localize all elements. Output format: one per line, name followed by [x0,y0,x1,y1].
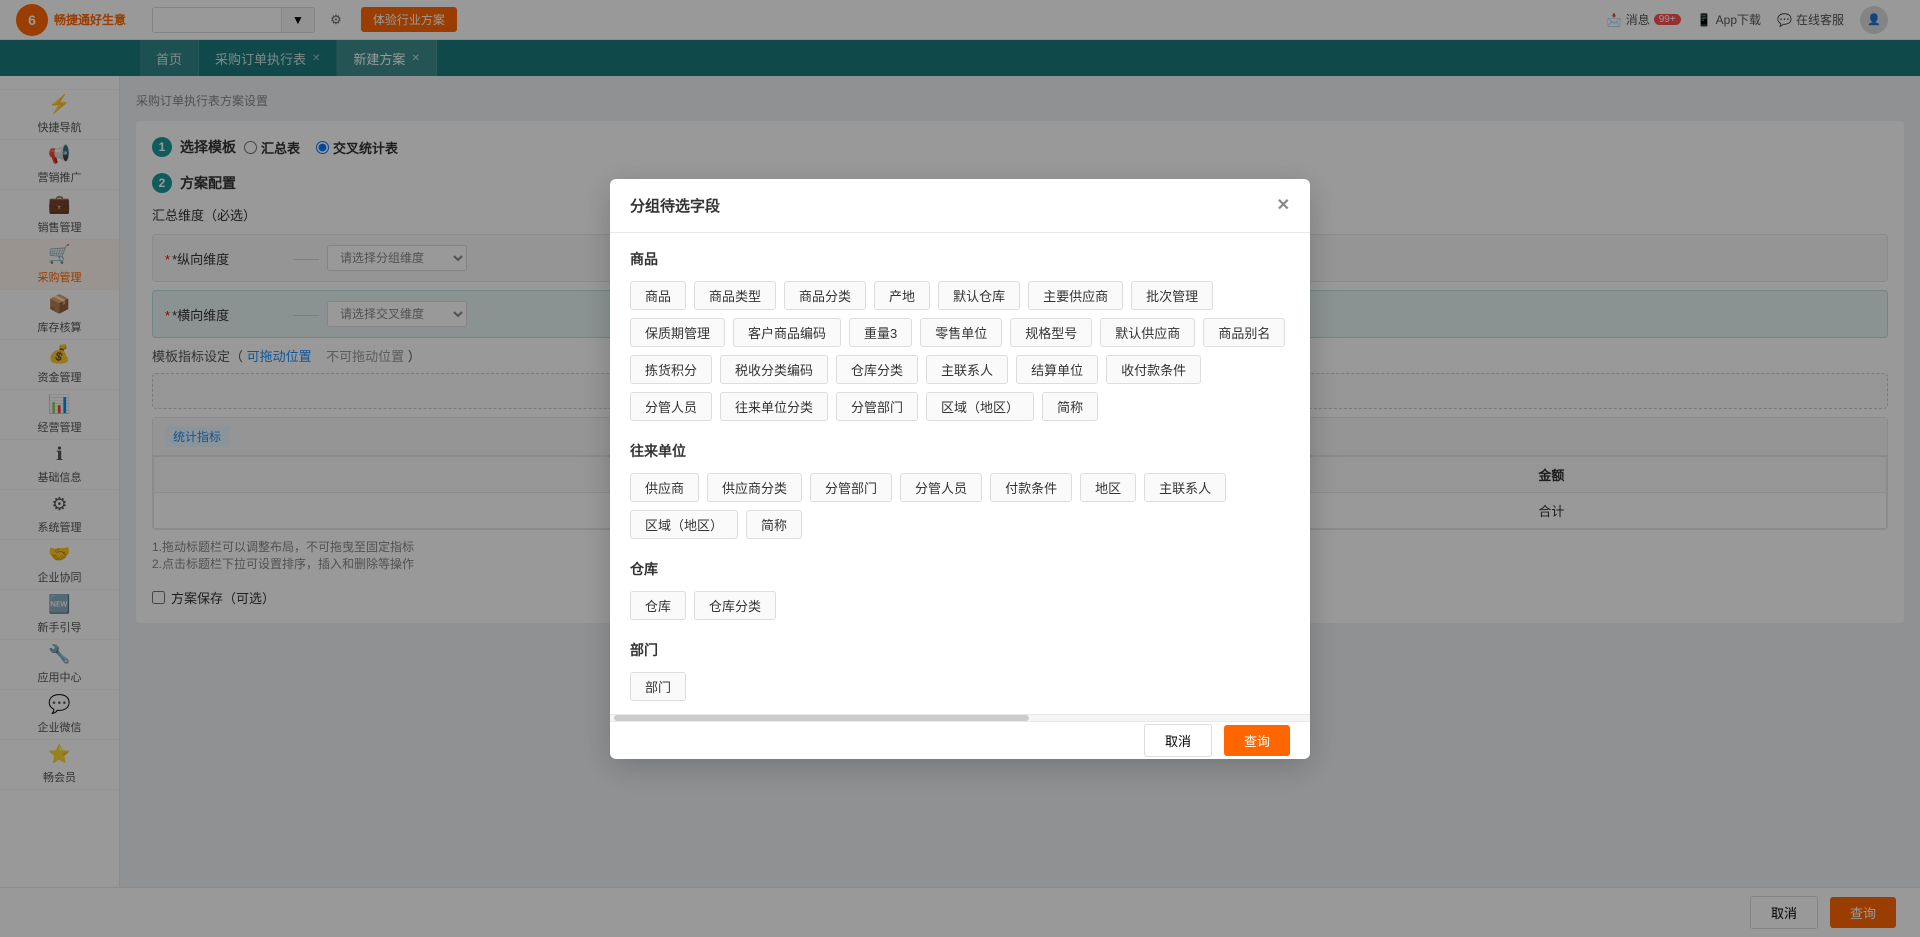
section-partner-title: 往来单位 [630,441,1290,461]
field-tag[interactable]: 规格型号 [1010,318,1092,347]
modal-header: 分组待选字段 ✕ [610,179,1310,233]
section-product-tags: 商品 商品类型 商品分类 产地 默认仓库 主要供应商 批次管理 保质期管理 客户… [630,281,1290,421]
field-tag[interactable]: 收付款条件 [1106,355,1201,384]
field-tag[interactable]: 重量3 [849,318,912,347]
field-tag[interactable]: 分管部门 [810,473,892,502]
field-tag[interactable]: 默认供应商 [1100,318,1195,347]
field-tag[interactable]: 主联系人 [926,355,1008,384]
section-warehouse-title: 仓库 [630,559,1290,579]
modal-body: 商品 商品 商品类型 商品分类 产地 默认仓库 主要供应商 批次管理 保质期管理… [610,233,1310,714]
field-tag[interactable]: 商品别名 [1203,318,1285,347]
section-partner-tags: 供应商 供应商分类 分管部门 分管人员 付款条件 地区 主联系人 区域（地区） … [630,473,1290,539]
field-tag[interactable]: 供应商 [630,473,699,502]
section-product-title: 商品 [630,249,1290,269]
field-tag[interactable]: 往来单位分类 [720,392,828,421]
modal-title: 分组待选字段 [630,195,720,216]
field-tag[interactable]: 分管人员 [900,473,982,502]
field-tag[interactable]: 地区 [1080,473,1136,502]
section-warehouse: 仓库 仓库 仓库分类 [630,559,1290,620]
modal-horizontal-scrollbar[interactable] [610,714,1310,721]
field-tag[interactable]: 零售单位 [920,318,1002,347]
section-product: 商品 商品 商品类型 商品分类 产地 默认仓库 主要供应商 批次管理 保质期管理… [630,249,1290,421]
section-department: 部门 部门 [630,640,1290,701]
field-tag[interactable]: 产地 [874,281,930,310]
section-partner: 往来单位 供应商 供应商分类 分管部门 分管人员 付款条件 地区 主联系人 区域… [630,441,1290,539]
field-tag[interactable]: 区域（地区） [926,392,1034,421]
field-tag[interactable]: 默认仓库 [938,281,1020,310]
field-tag[interactable]: 商品 [630,281,686,310]
modal-cancel-btn[interactable]: 取消 [1144,724,1212,757]
field-tag[interactable]: 部门 [630,672,686,701]
modal-footer: 取消 查询 [610,721,1310,759]
field-tag[interactable]: 分管人员 [630,392,712,421]
field-tag[interactable]: 供应商分类 [707,473,802,502]
field-tag[interactable]: 客户商品编码 [733,318,841,347]
field-tag[interactable]: 税收分类编码 [720,355,828,384]
field-tag[interactable]: 区域（地区） [630,510,738,539]
section-department-title: 部门 [630,640,1290,660]
field-tag[interactable]: 付款条件 [990,473,1072,502]
field-tag[interactable]: 主联系人 [1144,473,1226,502]
modal-confirm-btn[interactable]: 查询 [1224,725,1290,756]
field-tag[interactable]: 仓库分类 [694,591,776,620]
field-tag[interactable]: 商品类型 [694,281,776,310]
modal-close-btn[interactable]: ✕ [1277,195,1290,215]
section-warehouse-tags: 仓库 仓库分类 [630,591,1290,620]
field-tag[interactable]: 简称 [1042,392,1098,421]
field-tag[interactable]: 结算单位 [1016,355,1098,384]
field-tag[interactable]: 分管部门 [836,392,918,421]
modal-overlay[interactable]: 分组待选字段 ✕ 商品 商品 商品类型 商品分类 产地 默认仓库 主要供应商 批… [0,0,1920,937]
modal-dialog: 分组待选字段 ✕ 商品 商品 商品类型 商品分类 产地 默认仓库 主要供应商 批… [610,179,1310,759]
field-tag[interactable]: 主要供应商 [1028,281,1123,310]
field-tag[interactable]: 批次管理 [1131,281,1213,310]
field-tag[interactable]: 简称 [746,510,802,539]
field-tag[interactable]: 保质期管理 [630,318,725,347]
field-tag[interactable]: 仓库分类 [836,355,918,384]
field-tag[interactable]: 商品分类 [784,281,866,310]
field-tag[interactable]: 拣货积分 [630,355,712,384]
field-tag[interactable]: 仓库 [630,591,686,620]
section-department-tags: 部门 [630,672,1290,701]
